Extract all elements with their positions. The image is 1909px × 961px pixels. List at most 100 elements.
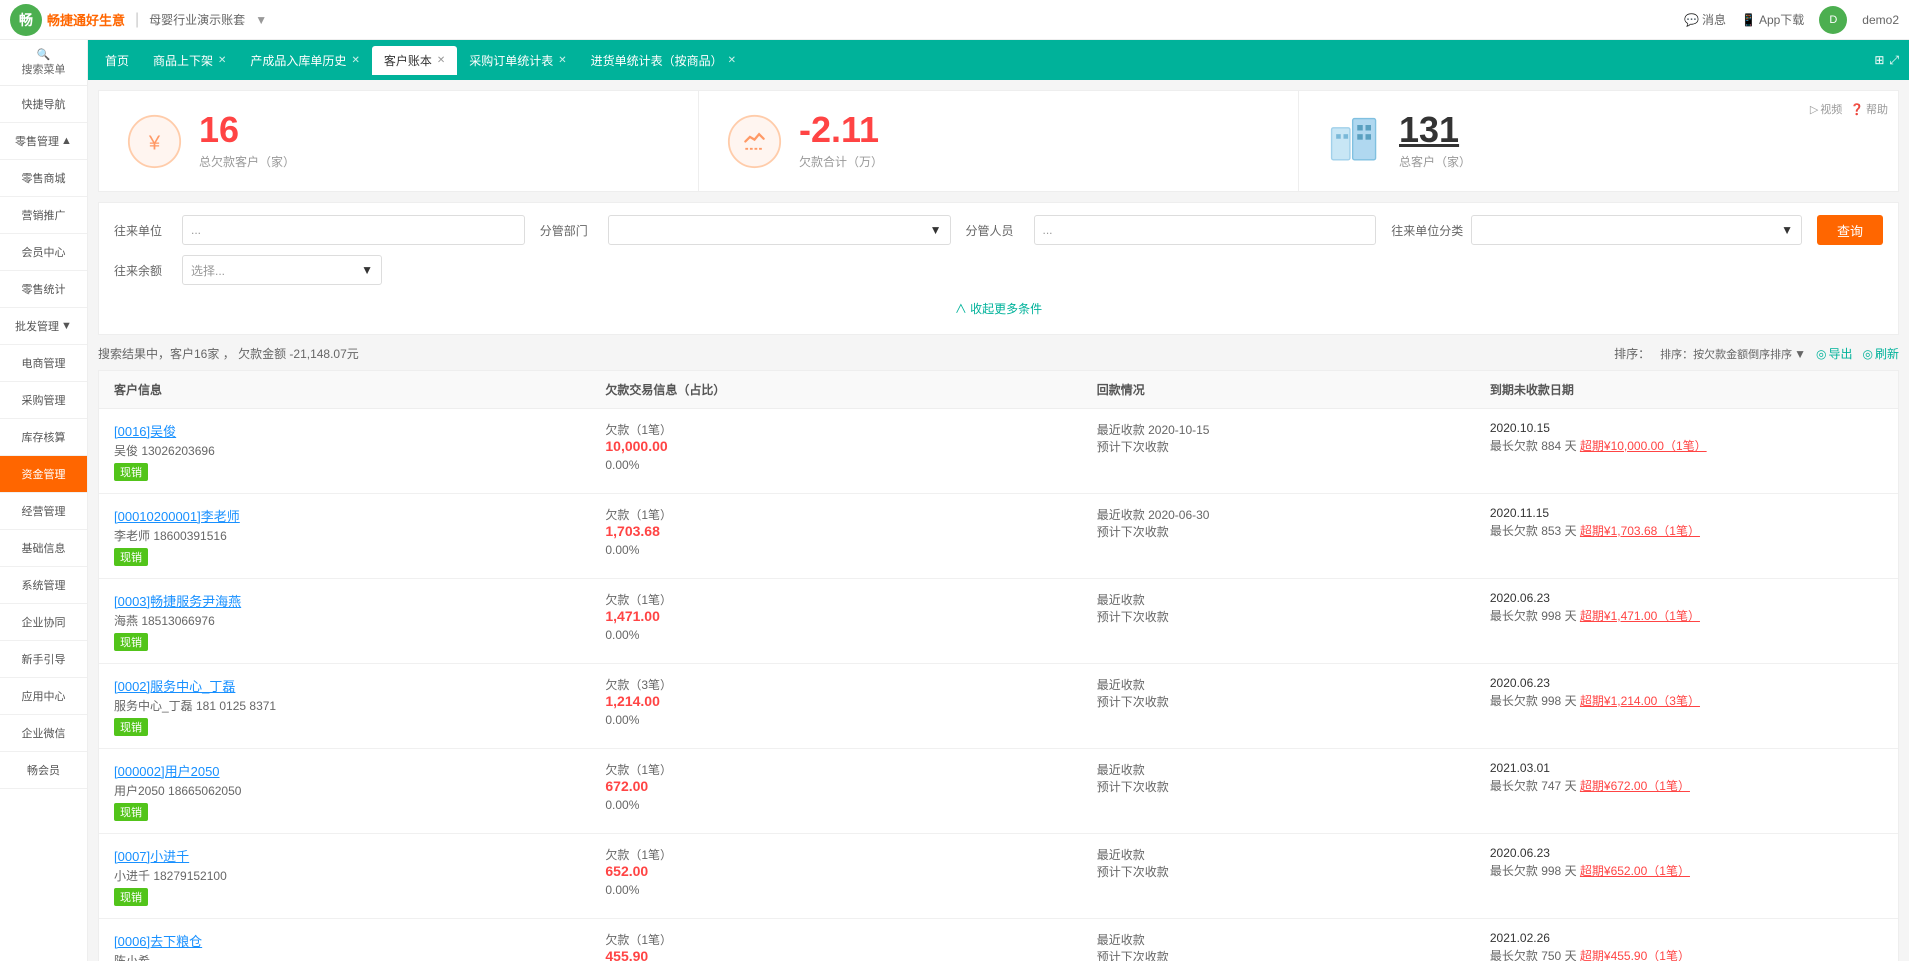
help-btn[interactable]: ❓ 帮助	[1850, 101, 1888, 117]
cell-debt-info: 欠款（1笔） 652.00 0.00%	[605, 846, 1096, 897]
debt-amount-number: -2.11	[799, 112, 1273, 148]
debt-count: 欠款（3笔）	[605, 676, 1096, 693]
sidebar-item-basic[interactable]: 基础信息	[0, 530, 87, 567]
sidebar-item-marketing[interactable]: 营销推广	[0, 197, 87, 234]
overdue-link[interactable]: 超期¥1,214.00（3笔）	[1580, 694, 1700, 708]
last-collect: 最近收款 2020-10-15	[1097, 421, 1490, 438]
overdue-link[interactable]: 超期¥672.00（1笔）	[1580, 779, 1690, 793]
result-summary: 搜索结果中，客户16家 ， 欠款金额 -21,148.07元 排序： 排序：按欠…	[98, 345, 1899, 362]
collapse-btn[interactable]: ∧ 收起更多条件	[114, 295, 1883, 322]
sidebar-item-batch-mgmt[interactable]: 批发管理 ▼	[0, 308, 87, 345]
tab-customer-account[interactable]: 客户账本 ✕	[372, 46, 457, 75]
sidebar-item-retail-mgmt[interactable]: 零售管理 ▲	[0, 123, 87, 160]
tab-prod-history-label: 产成品入库单历史	[250, 52, 346, 69]
user-avatar[interactable]: D	[1819, 6, 1847, 34]
sidebar-item-finance[interactable]: 资金管理	[0, 456, 87, 493]
customer-name[interactable]: [0006]去下粮仓	[114, 931, 605, 950]
manager-input[interactable]: ...	[1034, 215, 1377, 245]
sidebar-item-inventory[interactable]: 库存核算	[0, 419, 87, 456]
video-label: 视频	[1820, 101, 1842, 117]
overdue-link[interactable]: 超期¥1,703.68（1笔）	[1580, 524, 1700, 538]
app-icon: 📱	[1741, 13, 1756, 27]
debt-amount: 1,703.68	[605, 523, 1096, 539]
sidebar-item-corp-wechat[interactable]: 企业微信	[0, 715, 87, 752]
app-download-btn[interactable]: 📱 App下载	[1741, 11, 1804, 28]
last-collect: 最近收款	[1097, 676, 1490, 693]
next-collect: 预计下次收款	[1097, 693, 1490, 710]
last-collect: 最近收款	[1097, 846, 1490, 863]
tab-purchase-order[interactable]: 采购订单统计表 ✕	[457, 46, 578, 75]
sort-select[interactable]: 排序：按欠款金额倒序排序 ▼	[1660, 346, 1806, 362]
tab-products-off-label: 商品上下架	[153, 52, 213, 69]
sidebar-item-retail-mall[interactable]: 零售商城	[0, 160, 87, 197]
next-collect: 预计下次收款	[1097, 778, 1490, 795]
message-btn[interactable]: 💬 消息	[1684, 11, 1726, 28]
source-unit-input[interactable]: ...	[182, 215, 525, 245]
customer-phone: 陈小希	[114, 952, 605, 961]
video-btn[interactable]: ▷ 视频	[1810, 101, 1842, 117]
user-name: demo2	[1862, 13, 1899, 27]
customer-name[interactable]: [00010200001]李老师	[114, 506, 605, 525]
balance-label: 往来余额	[114, 262, 174, 279]
last-collect: 最近收款	[1097, 931, 1490, 948]
content-area: 首页 商品上下架 ✕ 产成品入库单历史 ✕ 客户账本 ✕ 采购订单统计表 ✕	[88, 40, 1909, 961]
next-collect: 预计下次收款	[1097, 438, 1490, 455]
sort-label: 排序：	[1614, 345, 1650, 362]
due-date: 2020.06.23	[1490, 676, 1883, 690]
cell-customer-info: [0003]畅捷服务尹海燕 海燕 18513066976 现销	[114, 591, 605, 651]
query-btn[interactable]: 查询	[1817, 215, 1883, 245]
due-date: 2021.03.01	[1490, 761, 1883, 775]
sidebar-item-sys[interactable]: 系统管理	[0, 567, 87, 604]
overdue-link[interactable]: 超期¥652.00（1笔）	[1580, 864, 1690, 878]
tab-expand-icon[interactable]: ⊞	[1874, 53, 1884, 67]
overdue-link[interactable]: 超期¥1,471.00（1笔）	[1580, 609, 1700, 623]
sidebar-item-quick-nav[interactable]: 快捷导航	[0, 86, 87, 123]
cell-collection: 最近收款 2020-10-15 预计下次收款	[1097, 421, 1490, 455]
unit-category-label: 往来单位分类	[1391, 222, 1463, 239]
tab-prod-history[interactable]: 产成品入库单历史 ✕	[238, 46, 371, 75]
sidebar-item-new-guide[interactable]: 新手引导	[0, 641, 87, 678]
overdue-link[interactable]: 超期¥455.90（1笔）	[1580, 949, 1690, 961]
debt-count: 欠款（1笔）	[605, 421, 1096, 438]
stat-info-total-customers: 131 总客户（家）	[1399, 112, 1873, 170]
sidebar-item-ops[interactable]: 经营管理	[0, 493, 87, 530]
tab-customer-account-close[interactable]: ✕	[437, 55, 445, 66]
enterprise-label: 企业协同	[22, 617, 66, 629]
sidebar-item-ecom[interactable]: 电商管理	[0, 345, 87, 382]
cell-due-date: 2020.06.23 最长欠款 998 天 超期¥652.00（1笔）	[1490, 846, 1883, 879]
sidebar-search[interactable]: 🔍 搜索菜单	[0, 40, 87, 86]
sidebar-item-enterprise[interactable]: 企业协同	[0, 604, 87, 641]
tab-fullscreen-icon[interactable]: ⤢	[1889, 53, 1899, 68]
customer-name[interactable]: [000002]用户2050	[114, 761, 605, 780]
sidebar-item-app-center[interactable]: 应用中心	[0, 678, 87, 715]
tab-home[interactable]: 首页	[93, 46, 141, 75]
tab-inbound-stats-close[interactable]: ✕	[728, 55, 736, 66]
tab-prod-history-close[interactable]: ✕	[351, 55, 359, 66]
refresh-btn[interactable]: ◎ 刷新	[1863, 345, 1900, 362]
tab-purchase-order-close[interactable]: ✕	[558, 55, 566, 66]
customer-name[interactable]: [0007]小进千	[114, 846, 605, 865]
sidebar-item-purchase[interactable]: 采购管理	[0, 382, 87, 419]
tab-products-off-close[interactable]: ✕	[218, 55, 226, 66]
dept-input[interactable]: ▼	[608, 215, 951, 245]
tab-inbound-stats[interactable]: 进货单统计表（按商品） ✕	[579, 46, 748, 75]
tab-products-off[interactable]: 商品上下架 ✕	[141, 46, 238, 75]
overdue-link[interactable]: 超期¥10,000.00（1笔）	[1580, 439, 1707, 453]
message-icon: 💬	[1684, 13, 1699, 27]
customer-phone: 李老师 18600391516	[114, 527, 605, 544]
result-actions: 排序： 排序：按欠款金额倒序排序 ▼ ◎ 导出 ◎ 刷新	[1614, 345, 1899, 362]
cell-debt-info: 欠款（1笔） 455.90 0.00%	[605, 931, 1096, 961]
sidebar-item-member-plus[interactable]: 畅会员	[0, 752, 87, 789]
tab-bar-actions: ⊞ ⤢	[1869, 53, 1904, 68]
customer-name[interactable]: [0003]畅捷服务尹海燕	[114, 591, 605, 610]
customer-name[interactable]: [0002]服务中心_丁磊	[114, 676, 605, 695]
cell-collection: 最近收款 预计下次收款	[1097, 846, 1490, 880]
customer-name[interactable]: [0016]吴俊	[114, 421, 605, 440]
balance-input[interactable]: 选择... ▼	[182, 255, 382, 285]
unit-category-input[interactable]: ▼	[1471, 215, 1802, 245]
sidebar-item-member[interactable]: 会员中心	[0, 234, 87, 271]
filter-balance: 往来余额 选择... ▼	[114, 255, 1883, 285]
sidebar-item-retail-stats[interactable]: 零售统计	[0, 271, 87, 308]
store-dropdown-icon[interactable]: ▼	[255, 13, 267, 27]
export-btn[interactable]: ◎ 导出	[1816, 345, 1853, 362]
